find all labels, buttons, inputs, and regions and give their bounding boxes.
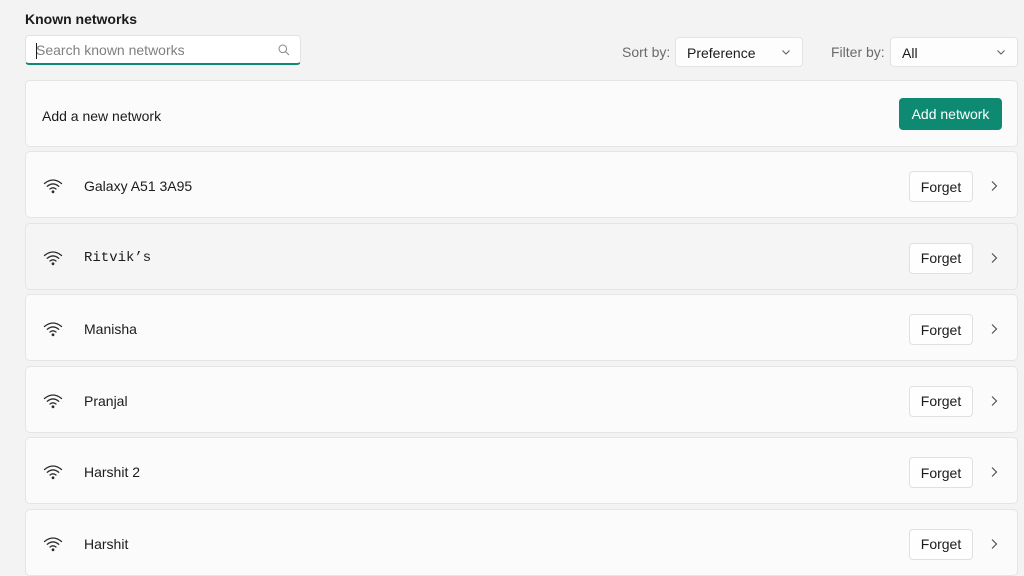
wifi-icon	[43, 179, 63, 194]
forget-button[interactable]: Forget	[909, 171, 973, 202]
text-caret	[36, 43, 37, 59]
chevron-right-icon[interactable]	[990, 323, 998, 335]
wifi-icon	[43, 393, 63, 408]
wifi-icon	[43, 536, 63, 551]
chevron-down-icon	[997, 50, 1005, 55]
chevron-right-icon[interactable]	[990, 395, 998, 407]
wifi-icon	[43, 465, 63, 480]
filter-dropdown[interactable]: All	[890, 37, 1018, 67]
forget-button[interactable]: Forget	[909, 242, 973, 274]
network-row[interactable]: Manisha Forget	[25, 294, 1018, 361]
forget-button[interactable]: Forget	[909, 457, 973, 488]
network-row[interactable]: Harshit 2 Forget	[25, 437, 1018, 504]
network-name: Harshit 2	[84, 464, 141, 480]
chevron-down-icon	[782, 50, 790, 55]
forget-button[interactable]: Forget	[909, 314, 973, 345]
network-row[interactable]: Pranjal Forget	[25, 365, 1018, 433]
chevron-right-icon[interactable]	[990, 180, 998, 192]
chevron-right-icon[interactable]	[990, 252, 998, 264]
add-network-button[interactable]: Add network	[899, 98, 1002, 130]
network-name: Ritvik’s	[84, 249, 152, 266]
forget-button[interactable]: Forget	[909, 528, 973, 560]
filter-selected-value: All	[902, 45, 918, 61]
sort-label: Sort by:	[622, 44, 671, 60]
wifi-icon	[43, 322, 63, 337]
network-name: Manisha	[84, 321, 137, 337]
chevron-right-icon[interactable]	[990, 466, 998, 478]
search-icon[interactable]	[278, 44, 290, 56]
sort-selected-value: Preference	[687, 45, 756, 61]
wifi-icon	[43, 250, 63, 265]
forget-button[interactable]: Forget	[909, 385, 973, 417]
chevron-right-icon[interactable]	[990, 538, 998, 550]
network-name: Galaxy A51 3A95	[84, 178, 193, 194]
filter-label: Filter by:	[831, 44, 885, 60]
network-row[interactable]: Harshit Forget	[25, 508, 1018, 576]
add-network-card: Add a new network Add network	[25, 80, 1018, 147]
search-box[interactable]	[25, 35, 301, 65]
section-title: Known networks	[25, 11, 138, 27]
add-network-label: Add a new network	[42, 108, 162, 124]
network-name: Pranjal	[84, 392, 128, 409]
network-name: Harshit	[84, 535, 129, 552]
network-row[interactable]: Galaxy A51 3A95 Forget	[25, 151, 1018, 218]
network-row[interactable]: Ritvik’s Forget	[25, 222, 1018, 290]
search-input[interactable]	[36, 42, 266, 58]
sort-dropdown[interactable]: Preference	[675, 37, 803, 67]
